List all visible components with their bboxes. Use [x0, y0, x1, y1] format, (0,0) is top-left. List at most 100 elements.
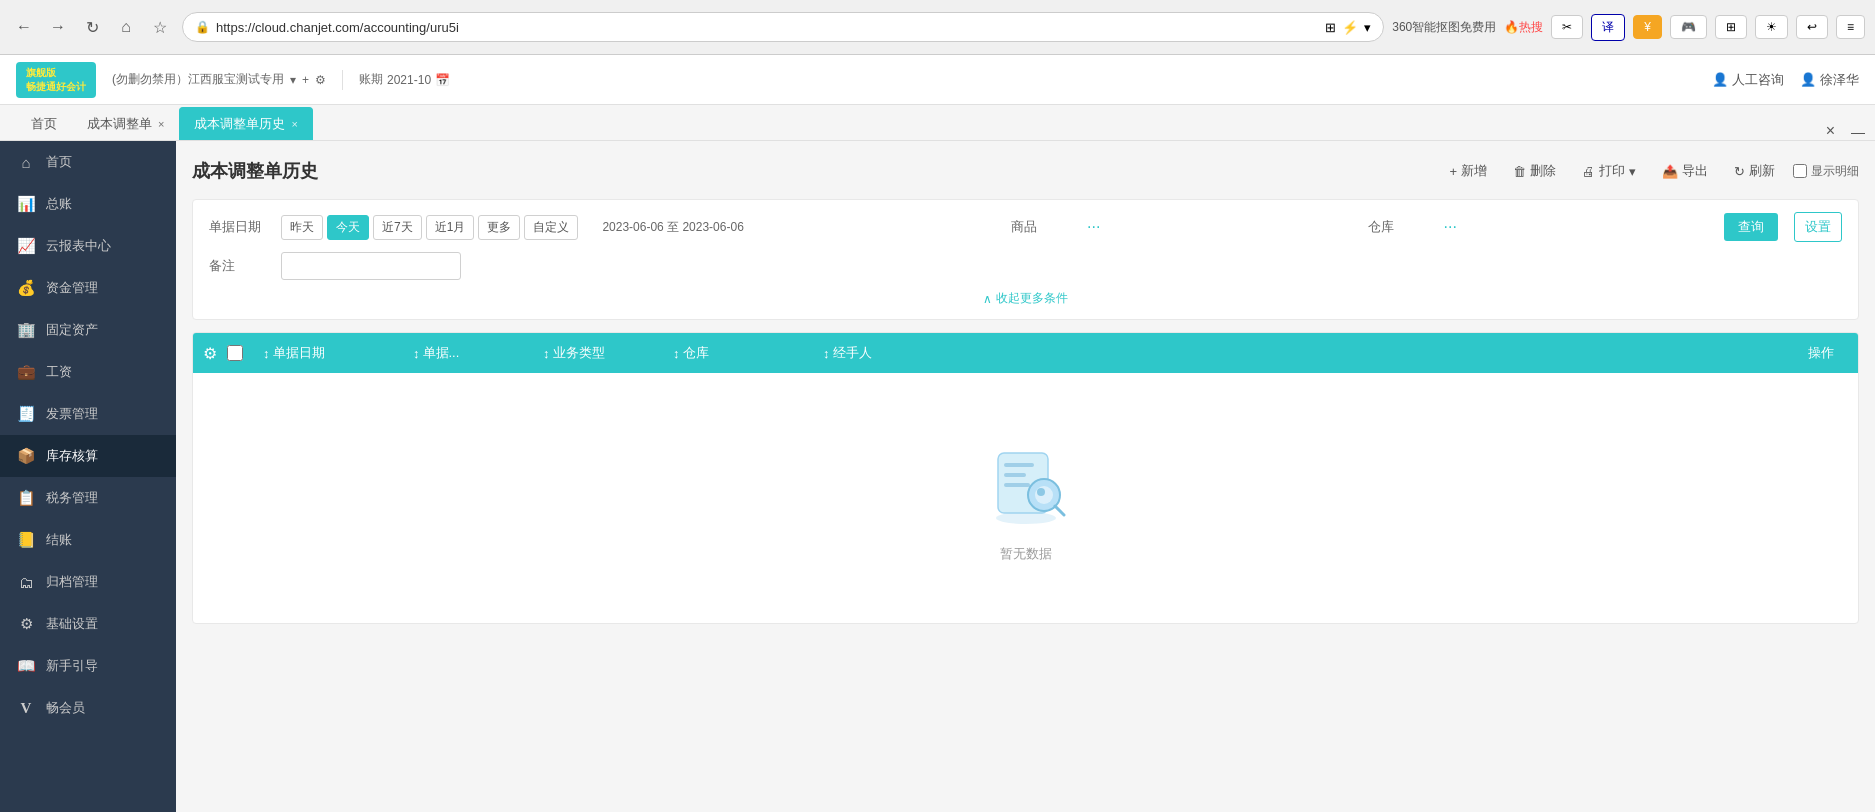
settings-icon[interactable]: ⚙ — [315, 73, 326, 87]
funds-icon: 💰 — [16, 279, 36, 297]
logo-title: 畅捷通好会计 — [26, 80, 86, 94]
tab-cost-adjust-history[interactable]: 成本调整单历史 × — [179, 107, 312, 140]
warehouse-filter-dots[interactable]: ··· — [1444, 218, 1457, 236]
grid-tool[interactable]: ⊞ — [1715, 15, 1747, 39]
company-selector[interactable]: (勿删勿禁用）江西服宝测试专用 ▾ + ⚙ — [112, 71, 326, 88]
th-warehouse[interactable]: ↕ 仓库 — [663, 344, 803, 362]
th-date-sort-icon: ↕ — [263, 346, 270, 361]
sidebar-item-close-books[interactable]: 📒 结账 — [0, 519, 176, 561]
date-btn-custom[interactable]: 自定义 — [524, 215, 578, 240]
sidebar-item-settings[interactable]: ⚙ 基础设置 — [0, 603, 176, 645]
sidebar-item-tax[interactable]: 📋 税务管理 — [0, 477, 176, 519]
consult-button[interactable]: 👤 人工咨询 — [1712, 71, 1784, 89]
th-person[interactable]: ↕ 经手人 — [813, 344, 953, 362]
settings-filter-label: 设置 — [1805, 218, 1831, 236]
translate-tool[interactable]: 译 — [1591, 14, 1625, 41]
refresh-button-page[interactable]: ↻ 刷新 — [1726, 157, 1783, 185]
app-header: 旗舰版 畅捷通好会计 (勿删勿禁用）江西服宝测试专用 ▾ + ⚙ 账期 2021… — [0, 55, 1875, 105]
add-button[interactable]: + 新增 — [1441, 157, 1495, 185]
undo-tool[interactable]: ↩ — [1796, 15, 1828, 39]
sidebar-item-reports[interactable]: 📈 云报表中心 — [0, 225, 176, 267]
date-btn-today[interactable]: 今天 — [327, 215, 369, 240]
date-btn-7days[interactable]: 近7天 — [373, 215, 422, 240]
table-header: ⚙ ↕ 单据日期 ↕ 单据... ↕ 业务类型 — [193, 333, 1858, 373]
th-operation: 操作 — [1794, 344, 1848, 362]
empty-text: 暂无数据 — [1000, 545, 1052, 563]
export-icon: 📤 — [1662, 164, 1678, 179]
th-person-sort-icon: ↕ — [823, 346, 830, 361]
export-label: 导出 — [1682, 162, 1708, 180]
tab-home[interactable]: 首页 — [16, 107, 72, 140]
date-btn-yesterday[interactable]: 昨天 — [281, 215, 323, 240]
star-button[interactable]: ☆ — [146, 13, 174, 41]
back-button[interactable]: ← — [10, 13, 38, 41]
refresh-button[interactable]: ↻ — [78, 13, 106, 41]
table-gear-icon[interactable]: ⚙ — [203, 344, 217, 363]
user-button[interactable]: 👤 徐泽华 — [1800, 71, 1859, 89]
tab-cost-adjust-close[interactable]: × — [158, 118, 164, 130]
brightness-tool[interactable]: ☀ — [1755, 15, 1788, 39]
table-container: ⚙ ↕ 单据日期 ↕ 单据... ↕ 业务类型 — [192, 332, 1859, 624]
coin-tool[interactable]: ¥ — [1633, 15, 1662, 39]
company-name: (勿删勿禁用）江西服宝测试专用 — [112, 71, 284, 88]
refresh-label: 刷新 — [1749, 162, 1775, 180]
account-period-value[interactable]: 2021-10 — [387, 73, 431, 87]
filter-row-remark: 备注 — [209, 252, 1842, 280]
sidebar-item-salary[interactable]: 💼 工资 — [0, 351, 176, 393]
global-min-icon[interactable]: — — [1851, 124, 1875, 140]
sidebar-item-member[interactable]: V 畅会员 — [0, 687, 176, 729]
add-icon[interactable]: + — [302, 73, 309, 87]
date-btn-more[interactable]: 更多 — [478, 215, 520, 240]
tab-cost-adjust[interactable]: 成本调整单 × — [72, 107, 179, 140]
archive-icon: 🗂 — [16, 574, 36, 591]
sidebar-item-funds[interactable]: 💰 资金管理 — [0, 267, 176, 309]
lock-icon: 🔒 — [195, 20, 210, 34]
print-button[interactable]: 🖨 打印 ▾ — [1574, 157, 1644, 185]
sidebar-item-archive[interactable]: 🗂 归档管理 — [0, 561, 176, 603]
print-icon: 🖨 — [1582, 164, 1595, 179]
settings-sidebar-icon: ⚙ — [16, 615, 36, 633]
sidebar-item-guide[interactable]: 📖 新手引导 — [0, 645, 176, 687]
game-tool[interactable]: 🎮 — [1670, 15, 1707, 39]
th-warehouse-label: 仓库 — [683, 344, 709, 362]
delete-icon: 🗑 — [1513, 164, 1526, 179]
select-all-checkbox[interactable] — [227, 345, 243, 361]
show-cols-checkbox[interactable] — [1793, 164, 1807, 178]
menu-tool[interactable]: ≡ — [1836, 15, 1865, 39]
sidebar-item-archive-label: 归档管理 — [46, 573, 98, 591]
global-close-icon[interactable]: × — [1826, 122, 1851, 140]
date-quick-btns: 昨天 今天 近7天 近1月 更多 自定义 — [281, 215, 578, 240]
warehouse-filter-label: 仓库 — [1368, 218, 1424, 236]
forward-button[interactable]: → — [44, 13, 72, 41]
sidebar-item-home-label: 首页 — [46, 153, 72, 171]
sidebar-item-invoice[interactable]: 🧾 发票管理 — [0, 393, 176, 435]
export-button[interactable]: 📤 导出 — [1654, 157, 1716, 185]
scissors-tool[interactable]: ✂ — [1551, 15, 1583, 39]
sidebar-item-inventory[interactable]: 📦 库存核算 — [0, 435, 176, 477]
reports-icon: 📈 — [16, 237, 36, 255]
sidebar-item-ledger[interactable]: 📊 总账 — [0, 183, 176, 225]
delete-button[interactable]: 🗑 删除 — [1505, 157, 1564, 185]
sidebar-item-assets-label: 固定资产 — [46, 321, 98, 339]
empty-state-icon — [976, 433, 1076, 533]
remark-filter-input[interactable] — [281, 252, 461, 280]
tab-home-label: 首页 — [31, 115, 57, 133]
address-bar[interactable]: 🔒 https://cloud.chanjet.com/accounting/u… — [182, 12, 1384, 42]
date-btn-1month[interactable]: 近1月 — [426, 215, 475, 240]
sidebar-item-assets[interactable]: 🏢 固定资产 — [0, 309, 176, 351]
collapse-button[interactable]: ∧ 收起更多条件 — [209, 290, 1842, 307]
show-cols-label: 显示明细 — [1793, 163, 1859, 180]
settings-filter-button[interactable]: 设置 — [1794, 212, 1842, 242]
calendar-icon[interactable]: 📅 — [435, 73, 450, 87]
invoice-icon: 🧾 — [16, 405, 36, 423]
tab-cost-adjust-history-close[interactable]: × — [291, 118, 297, 130]
th-num[interactable]: ↕ 单据... — [403, 344, 523, 362]
goods-filter-dots[interactable]: ··· — [1087, 218, 1100, 236]
th-date[interactable]: ↕ 单据日期 — [253, 344, 393, 362]
home-button[interactable]: ⌂ — [112, 13, 140, 41]
query-button[interactable]: 查询 — [1724, 213, 1778, 241]
sidebar-item-home[interactable]: ⌂ 首页 — [0, 141, 176, 183]
print-dropdown-icon: ▾ — [1629, 164, 1636, 179]
date-filter-label: 单据日期 — [209, 218, 265, 236]
th-type[interactable]: ↕ 业务类型 — [533, 344, 653, 362]
